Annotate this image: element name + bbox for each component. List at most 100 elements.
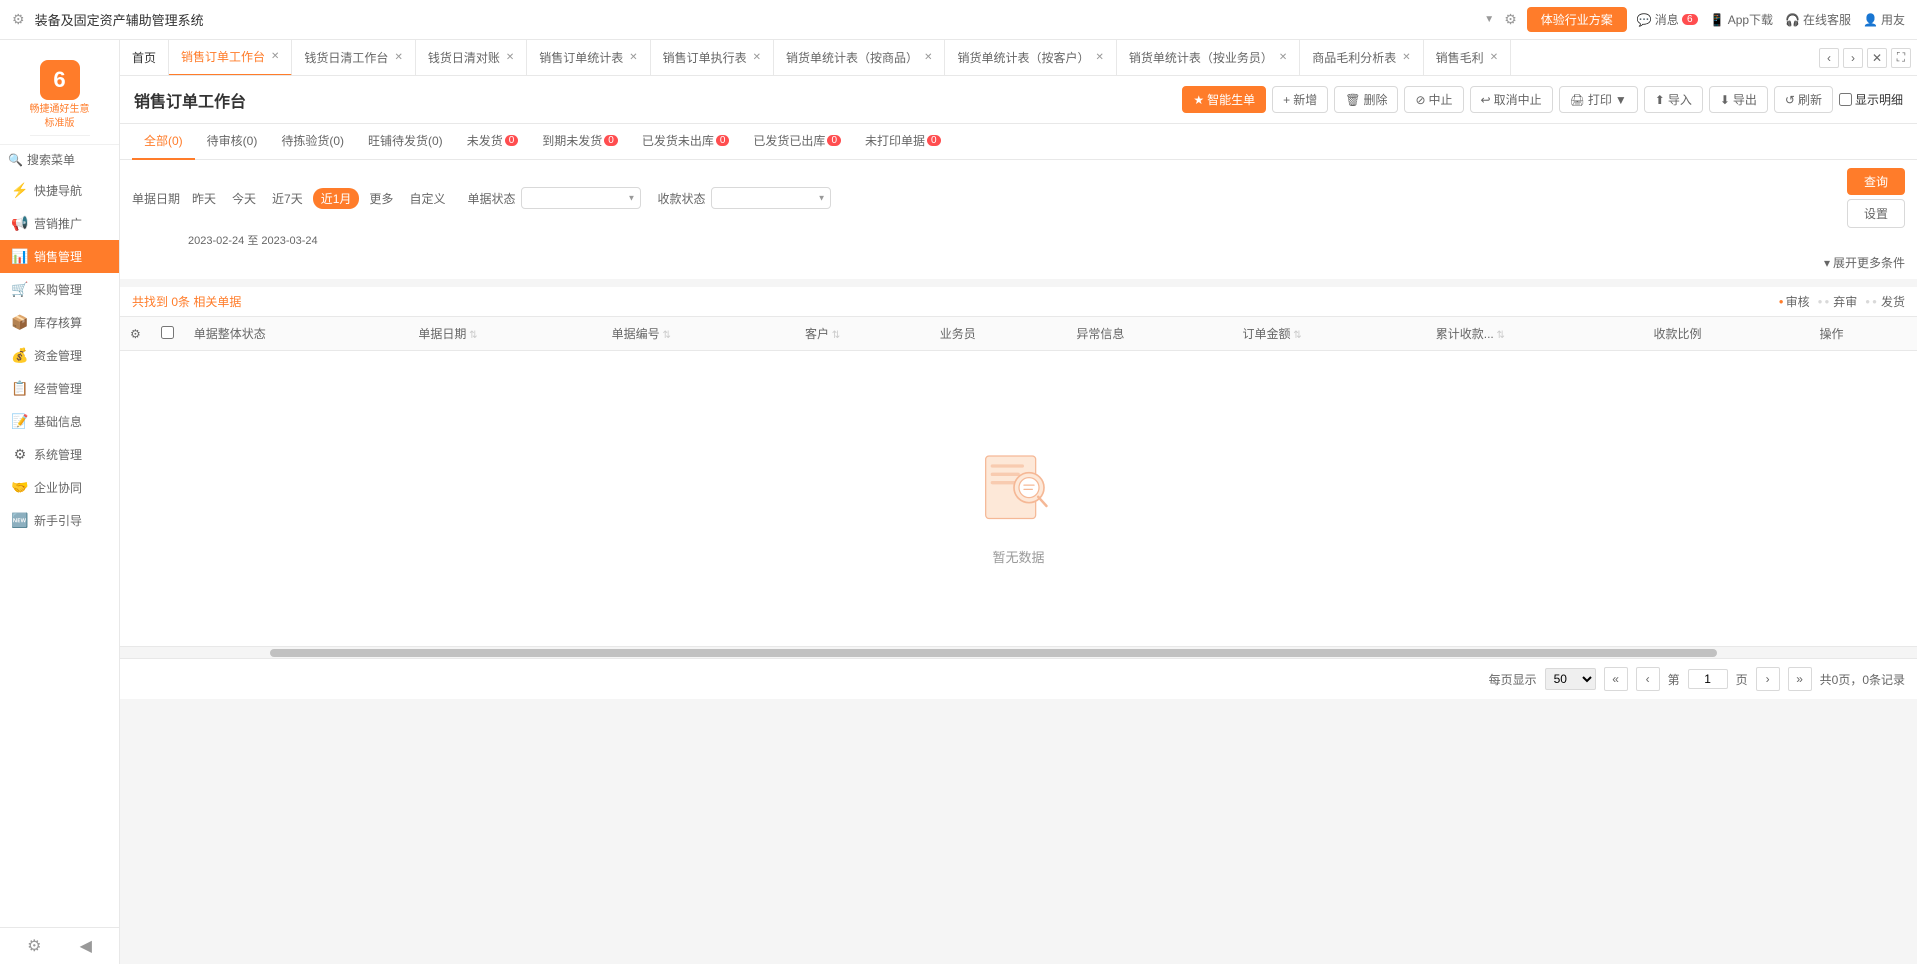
date-opt-1month[interactable]: 近1月 [313, 188, 360, 209]
sidebar-item-sales[interactable]: 📊 销售管理 [0, 240, 119, 273]
settings-bottom-icon[interactable]: ⚙ [27, 936, 41, 956]
subtab-all[interactable]: 全部(0) [132, 124, 195, 160]
tab-close-stats-staff[interactable]: ✕ [1279, 52, 1287, 63]
tab-close-sales-stats[interactable]: ✕ [629, 52, 637, 63]
tab-scroll-right[interactable]: › [1843, 48, 1863, 68]
date-opt-7days[interactable]: 近7天 [266, 188, 309, 209]
search-menu-btn[interactable]: 🔍 搜索菜单 [0, 145, 119, 174]
date-opt-yesterday[interactable]: 昨天 [186, 188, 222, 209]
expand-btn[interactable]: ▾ 展开更多条件 [1824, 254, 1905, 271]
sidebar-item-quick-nav[interactable]: ⚡ 快捷导航 [0, 174, 119, 207]
dropdown-icon[interactable]: ▼ [1484, 14, 1494, 25]
tab-fullscreen[interactable]: ⛶ [1891, 48, 1911, 68]
sidebar-item-inventory[interactable]: 📦 库存核算 [0, 306, 119, 339]
sidebar-item-purchase[interactable]: 🛒 采购管理 [0, 273, 119, 306]
add-btn[interactable]: + 新增 [1272, 86, 1328, 113]
tab-close-cash-daily[interactable]: ✕ [394, 52, 402, 63]
import-btn[interactable]: ⬆ 导入 [1644, 86, 1703, 113]
audit-action-btn[interactable]: 审核 [1779, 293, 1810, 310]
last-page-btn[interactable]: » [1788, 667, 1812, 691]
tab-close-cash-reconcile[interactable]: ✕ [506, 52, 514, 63]
delete-btn[interactable]: 🗑 删除 [1334, 86, 1398, 113]
query-btn[interactable]: 查询 [1847, 168, 1905, 195]
settings-icon[interactable]: ⚙ [1504, 11, 1517, 28]
industry-btn[interactable]: 体验行业方案 [1527, 7, 1627, 32]
stop-btn[interactable]: ⊘ 中止 [1404, 86, 1463, 113]
h-scrollbar[interactable] [120, 646, 1917, 658]
sidebar-item-enterprise[interactable]: 🤝 企业协同 [0, 471, 119, 504]
empty-state-row: 暂无数据 [120, 351, 1917, 647]
first-page-btn[interactable]: « [1604, 667, 1628, 691]
sidebar-item-system[interactable]: ⚙ 系统管理 [0, 438, 119, 471]
th-checkbox[interactable] [151, 317, 184, 351]
user-btn[interactable]: 👤 用友 [1863, 11, 1905, 28]
refresh-btn[interactable]: ↺ 刷新 [1774, 86, 1833, 113]
subtab-not-printed[interactable]: 未打印单据 0 [853, 124, 953, 160]
tab-sales-stats[interactable]: 销售订单统计表 ✕ [527, 40, 650, 76]
sidebar-item-operations[interactable]: 📋 经营管理 [0, 372, 119, 405]
subtab-shipped-out[interactable]: 已发货已出库 0 [741, 124, 853, 160]
tab-close-stats-customer[interactable]: ✕ [1095, 52, 1103, 63]
tab-close-margin[interactable]: ✕ [1402, 52, 1410, 63]
subtab-not-shipped[interactable]: 未发货 0 [455, 124, 531, 160]
subtab-wangpu[interactable]: 旺铺待发货(0) [356, 124, 455, 160]
tab-sales-workbench[interactable]: 销售订单工作台 ✕ [169, 40, 292, 76]
export-btn[interactable]: ⬇ 导出 [1709, 86, 1768, 113]
app-download-btn[interactable]: 📱 App下载 [1710, 11, 1773, 28]
show-detail-label[interactable]: 显示明细 [1839, 91, 1903, 108]
date-opt-custom[interactable]: 自定义 [403, 188, 451, 209]
subtab-pending-check[interactable]: 待拣验货(0) [269, 124, 356, 160]
tab-home[interactable]: 首页 [120, 40, 169, 76]
date-opt-today[interactable]: 今天 [226, 188, 262, 209]
sidebar-item-marketing[interactable]: 📢 营销推广 [0, 207, 119, 240]
subtab-expired-not-shipped[interactable]: 到期未发货 0 [530, 124, 630, 160]
tab-margin-analysis[interactable]: 商品毛利分析表 ✕ [1300, 40, 1423, 76]
tab-close-sales-workbench[interactable]: ✕ [271, 51, 279, 62]
cancel-audit-btn[interactable]: ● 弃审 [1818, 293, 1858, 310]
tab-close-stats-product[interactable]: ✕ [924, 52, 932, 63]
tab-sales-stats-staff[interactable]: 销货单统计表（按业务员） ✕ [1117, 40, 1300, 76]
th-customer[interactable]: 客户 [795, 317, 930, 351]
tab-sales-stats-product[interactable]: 销货单统计表（按商品） ✕ [774, 40, 945, 76]
status-select[interactable] [521, 187, 641, 209]
tab-cash-reconcile[interactable]: 钱货日清对账 ✕ [416, 40, 527, 76]
print-btn[interactable]: 🖨 打印 ▼ [1559, 86, 1638, 113]
show-detail-checkbox[interactable] [1839, 93, 1852, 106]
ship-action-btn[interactable]: ● 发货 [1865, 293, 1905, 310]
smart-create-btn[interactable]: ★ 智能生单 [1182, 86, 1266, 113]
payment-select[interactable] [711, 187, 831, 209]
th-amount[interactable]: 订单金额 [1232, 317, 1425, 351]
tab-close-all[interactable]: ✕ [1867, 48, 1887, 68]
page-size-select[interactable]: 50 100 200 [1545, 668, 1596, 690]
tab-sales-exec[interactable]: 销售订单执行表 ✕ [651, 40, 774, 76]
settings-btn[interactable]: 设置 [1847, 199, 1905, 228]
tab-sales-stats-customer[interactable]: 销货单统计表（按客户） ✕ [945, 40, 1116, 76]
table-scroll[interactable]: ⚙ 单据整体状态 单据日期 单据编号 客户 业务员 [120, 317, 1917, 646]
tab-close-profit[interactable]: ✕ [1490, 52, 1498, 63]
prev-page-btn[interactable]: ‹ [1636, 667, 1660, 691]
date-opt-more[interactable]: 更多 [363, 188, 399, 209]
tab-cash-daily[interactable]: 钱货日清工作台 ✕ [292, 40, 415, 76]
select-all-checkbox[interactable] [161, 326, 174, 339]
tab-scroll-left[interactable]: ‹ [1819, 48, 1839, 68]
subtab-pending-review[interactable]: 待审核(0) [195, 124, 270, 160]
cancel-stop-btn[interactable]: ↩ 取消中止 [1470, 86, 1553, 113]
purchase-icon: 🛒 [12, 282, 28, 298]
sidebar-item-finance[interactable]: 💰 资金管理 [0, 339, 119, 372]
page-input[interactable] [1688, 669, 1728, 689]
subtab-shipped-not-out[interactable]: 已发货未出库 0 [630, 124, 742, 160]
sidebar-item-guide[interactable]: 🆕 新手引导 [0, 504, 119, 537]
tab-sales-profit[interactable]: 销售毛利 ✕ [1424, 40, 1511, 76]
th-received[interactable]: 累计收款... [1426, 317, 1644, 351]
message-btn[interactable]: 💬 消息 6 [1637, 11, 1698, 28]
column-setting-icon[interactable]: ⚙ [130, 327, 141, 341]
th-number[interactable]: 单据编号 [602, 317, 795, 351]
tab-close-sales-exec[interactable]: ✕ [753, 52, 761, 63]
th-date[interactable]: 单据日期 [408, 317, 601, 351]
sidebar-item-basic-info[interactable]: 📝 基础信息 [0, 405, 119, 438]
next-page-btn[interactable]: › [1756, 667, 1780, 691]
online-service-btn[interactable]: 🎧 在线客服 [1785, 11, 1851, 28]
h-scrollbar-thumb[interactable] [270, 649, 1717, 657]
th-setting[interactable]: ⚙ [120, 317, 151, 351]
collapse-icon[interactable]: ◀ [80, 936, 92, 956]
